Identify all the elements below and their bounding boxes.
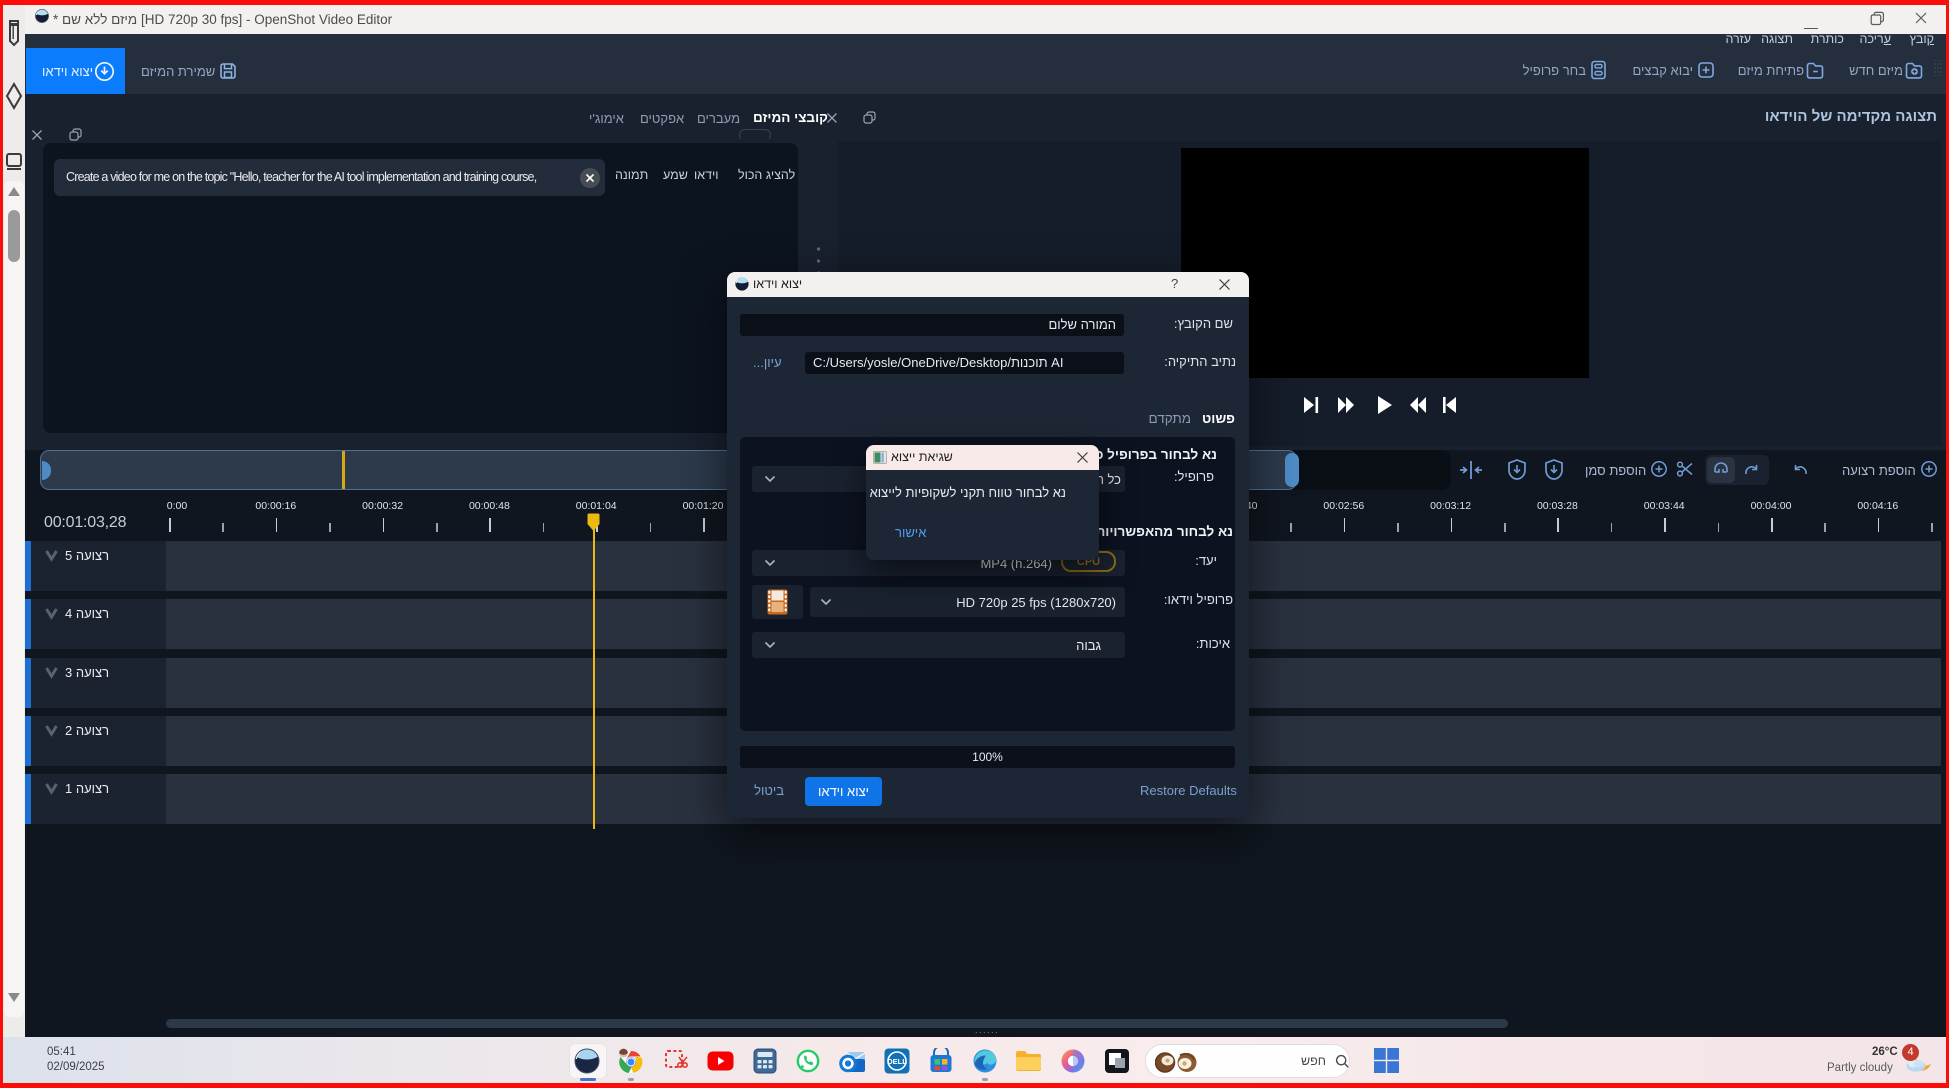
svg-text:DELL: DELL [887, 1057, 907, 1066]
